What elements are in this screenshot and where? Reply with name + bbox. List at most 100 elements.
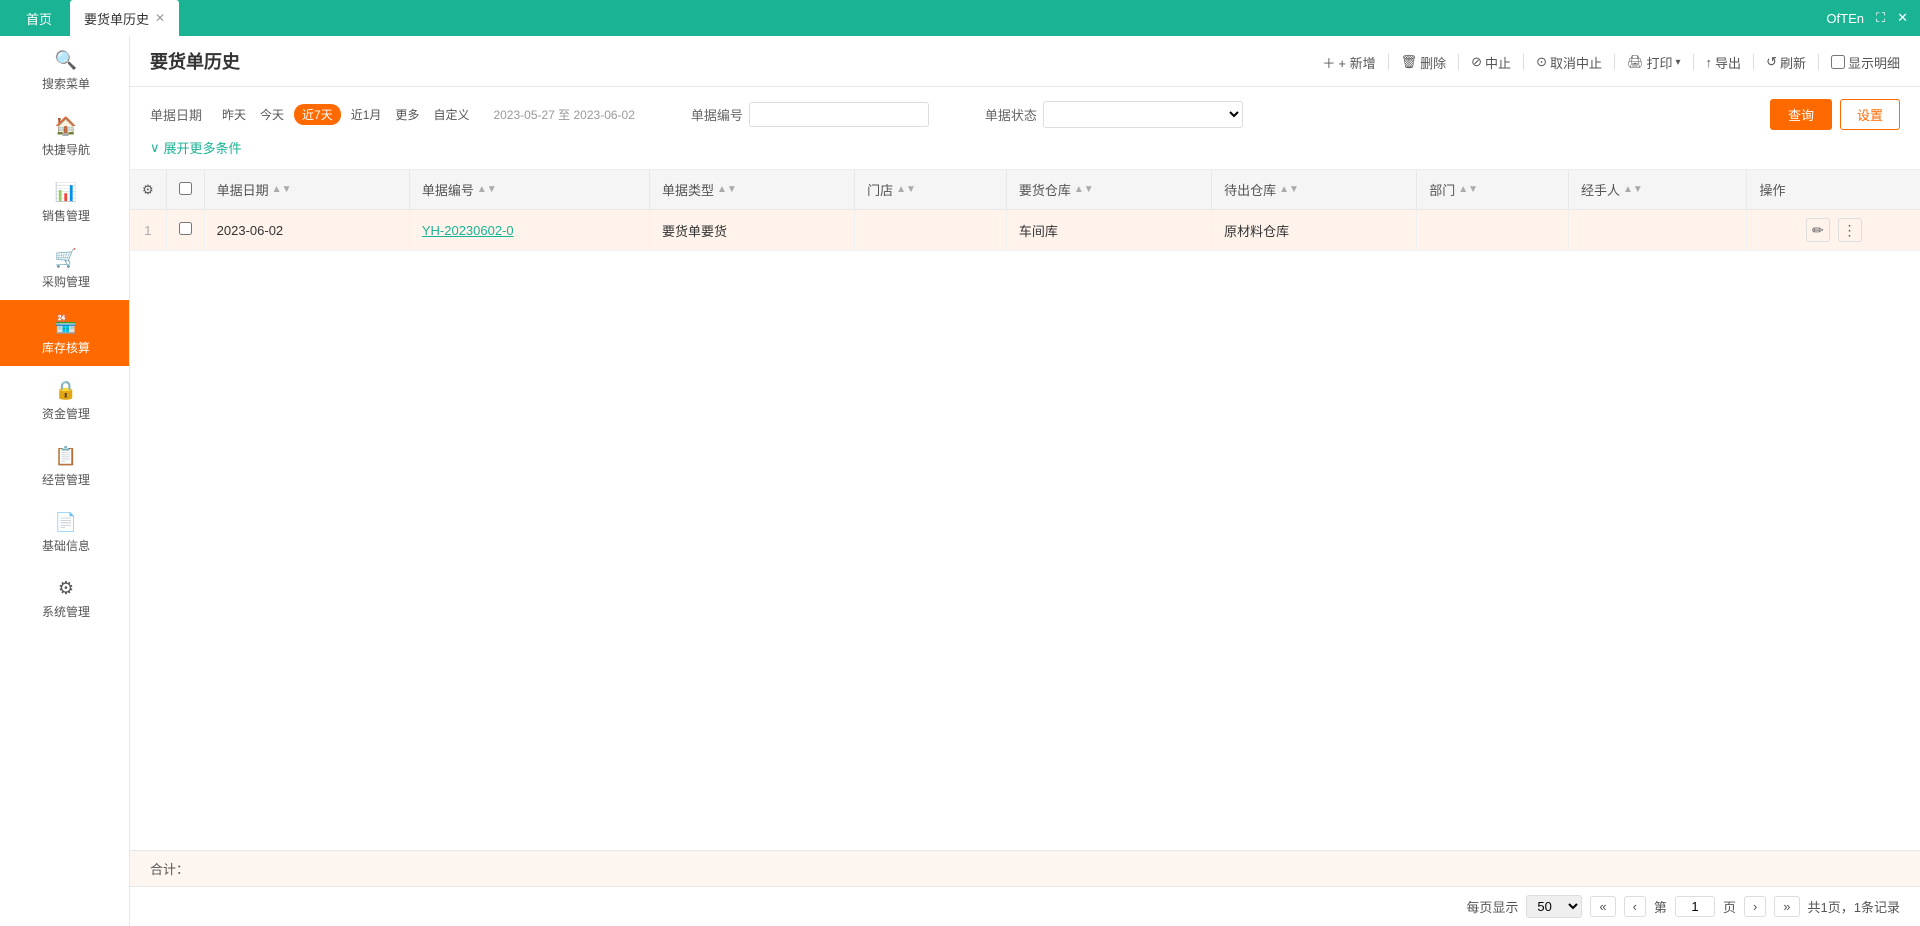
sort-docno-icon: ▲▼	[477, 185, 497, 195]
sep5	[1693, 54, 1694, 70]
col-settings[interactable]: ⚙	[130, 170, 166, 210]
finance-mgmt-icon: 🔒	[55, 380, 77, 401]
sep2	[1458, 54, 1459, 70]
row-store	[855, 210, 1007, 251]
settings-button[interactable]: 设置	[1840, 99, 1900, 130]
row-doctype: 要货单要货	[649, 210, 854, 251]
col-dept-label: 部门	[1429, 180, 1455, 199]
tab-home[interactable]: 首页	[12, 0, 66, 36]
print-button[interactable]: 🖨 打印 ▾	[1627, 53, 1681, 72]
filter-actions: 查询 设置	[1770, 99, 1900, 130]
new-button[interactable]: ＋ + 新增	[1322, 53, 1375, 72]
sidebar-item-search-menu[interactable]: 🔍 搜索菜单	[0, 36, 129, 102]
refresh-button[interactable]: ↺ 刷新	[1766, 53, 1806, 72]
tab-close-icon[interactable]: ✕	[155, 11, 165, 25]
filter-row: 单据日期 昨天 今天 近7天 近1月 更多 自定义 2023-05-27 至 2…	[150, 99, 1900, 130]
display-detail-label: 显示明细	[1848, 53, 1900, 72]
summary-label: 合计：	[150, 859, 189, 878]
row-select-checkbox[interactable]	[179, 222, 192, 235]
cancel-stop-button[interactable]: ⊙ 取消中止	[1536, 53, 1602, 72]
date-btn-yesterday[interactable]: 昨天	[218, 104, 250, 125]
row-no: 1	[130, 210, 166, 251]
table-area: ⚙ 单据日期 ▲▼ 单据编号	[130, 170, 1920, 850]
top-bar: 首页 要货单历史 ✕ OfTEn ⛶ ✕	[0, 0, 1920, 36]
col-docno[interactable]: 单据编号 ▲▼	[409, 170, 649, 210]
date-btn-more[interactable]: 更多	[391, 104, 423, 125]
query-button[interactable]: 查询	[1770, 99, 1832, 130]
sidebar-item-basic-info[interactable]: 📄 基础信息	[0, 498, 129, 564]
select-all-checkbox[interactable]	[179, 182, 192, 195]
sort-handler-icon: ▲▼	[1623, 185, 1643, 195]
col-checkbox	[166, 170, 204, 210]
sidebar-item-operation-mgmt[interactable]: 📋 经营管理	[0, 432, 129, 498]
display-detail-toggle[interactable]: 显示明细	[1831, 53, 1900, 72]
page-title: 要货单历史	[150, 48, 240, 86]
date-btn-custom[interactable]: 自定义	[429, 104, 473, 125]
sidebar-item-finance-mgmt[interactable]: 🔒 资金管理	[0, 366, 129, 432]
col-store[interactable]: 门店 ▲▼	[855, 170, 1007, 210]
main-layout: 🔍 搜索菜单 🏠 快捷导航 📊 销售管理 🛒 采购管理 🏪 库存核算 🔒 资金管…	[0, 36, 1920, 926]
page-size-select[interactable]: 10 20 50 100	[1526, 895, 1582, 918]
sidebar-item-sales-mgmt[interactable]: 📊 销售管理	[0, 168, 129, 234]
col-req-warehouse[interactable]: 要货仓库 ▲▼	[1006, 170, 1211, 210]
print-icon: 🖨	[1627, 54, 1644, 70]
sales-mgmt-icon: 📊	[55, 182, 77, 203]
sort-req-warehouse-icon: ▲▼	[1074, 185, 1094, 195]
sidebar-item-system-mgmt[interactable]: ⚙ 系统管理	[0, 564, 129, 630]
table-header-row: ⚙ 单据日期 ▲▼ 单据编号	[130, 170, 1920, 210]
table-row: 1 2023-06-02 YH-20230602-0 要货单要货 车间库 原材料…	[130, 210, 1920, 251]
next-page-btn[interactable]: ›	[1744, 896, 1766, 917]
col-doctype-label: 单据类型	[662, 180, 714, 199]
status-filter-label: 单据状态	[985, 105, 1037, 124]
expand-more-label: 展开更多条件	[164, 138, 242, 157]
docno-filter-label: 单据编号	[691, 105, 743, 124]
delete-icon: 🗑	[1401, 54, 1418, 70]
system-mgmt-icon: ⚙	[58, 578, 74, 599]
stop-icon: ⊘	[1471, 54, 1482, 70]
sidebar-item-label: 销售管理	[42, 207, 90, 224]
sep6	[1753, 54, 1754, 70]
status-filter-select[interactable]	[1043, 101, 1243, 128]
table-footer: 合计：	[130, 850, 1920, 886]
stop-button[interactable]: ⊘ 中止	[1471, 53, 1511, 72]
col-handler-label: 经手人	[1581, 180, 1620, 199]
sep1	[1388, 54, 1389, 70]
docno-filter-input[interactable]	[749, 102, 929, 127]
prev-page-btn[interactable]: ‹	[1624, 896, 1646, 917]
sidebar-item-quick-nav[interactable]: 🏠 快捷导航	[0, 102, 129, 168]
row-more-btn[interactable]: ⋮	[1838, 218, 1862, 242]
sidebar-item-inventory[interactable]: 🏪 库存核算	[0, 300, 129, 366]
display-detail-checkbox[interactable]	[1831, 55, 1845, 69]
col-date[interactable]: 单据日期 ▲▼	[204, 170, 409, 210]
export-button[interactable]: ↑ 导出	[1706, 53, 1742, 72]
sidebar-item-purchase-mgmt[interactable]: 🛒 采购管理	[0, 234, 129, 300]
stop-label: 中止	[1485, 53, 1511, 72]
col-pending-warehouse[interactable]: 待出仓库 ▲▼	[1212, 170, 1417, 210]
sort-doctype-icon: ▲▼	[717, 185, 737, 195]
col-dept[interactable]: 部门 ▲▼	[1417, 170, 1569, 210]
page-input[interactable]	[1675, 896, 1715, 917]
date-btn-last7days[interactable]: 近7天	[294, 104, 341, 125]
last-page-btn[interactable]: »	[1774, 896, 1799, 917]
total-info: 共1页，1条记录	[1808, 897, 1900, 916]
close-window-btn[interactable]: ✕	[1897, 10, 1908, 26]
col-actions-label: 操作	[1759, 183, 1785, 198]
date-btn-last1month[interactable]: 近1月	[347, 104, 386, 125]
row-docno-link[interactable]: YH-20230602-0	[422, 223, 514, 238]
expand-more-btn[interactable]: ∨ 展开更多条件	[150, 138, 1900, 157]
row-docno[interactable]: YH-20230602-0	[409, 210, 649, 251]
status-filter-group: 单据状态	[985, 101, 1754, 128]
delete-button[interactable]: 🗑 删除	[1401, 53, 1447, 72]
date-btn-today[interactable]: 今天	[256, 104, 288, 125]
filter-bar: 单据日期 昨天 今天 近7天 近1月 更多 自定义 2023-05-27 至 2…	[130, 87, 1920, 170]
col-doctype[interactable]: 单据类型 ▲▼	[649, 170, 854, 210]
delete-label: 删除	[1420, 53, 1446, 72]
maximize-btn[interactable]: ⛶	[1876, 10, 1885, 26]
col-handler[interactable]: 经手人 ▲▼	[1568, 170, 1746, 210]
tab-requisition-history[interactable]: 要货单历史 ✕	[70, 0, 179, 36]
export-label: 导出	[1715, 53, 1741, 72]
sep4	[1614, 54, 1615, 70]
first-page-btn[interactable]: «	[1590, 896, 1615, 917]
row-edit-btn[interactable]: ✏	[1806, 218, 1830, 242]
col-actions: 操作	[1747, 170, 1920, 210]
